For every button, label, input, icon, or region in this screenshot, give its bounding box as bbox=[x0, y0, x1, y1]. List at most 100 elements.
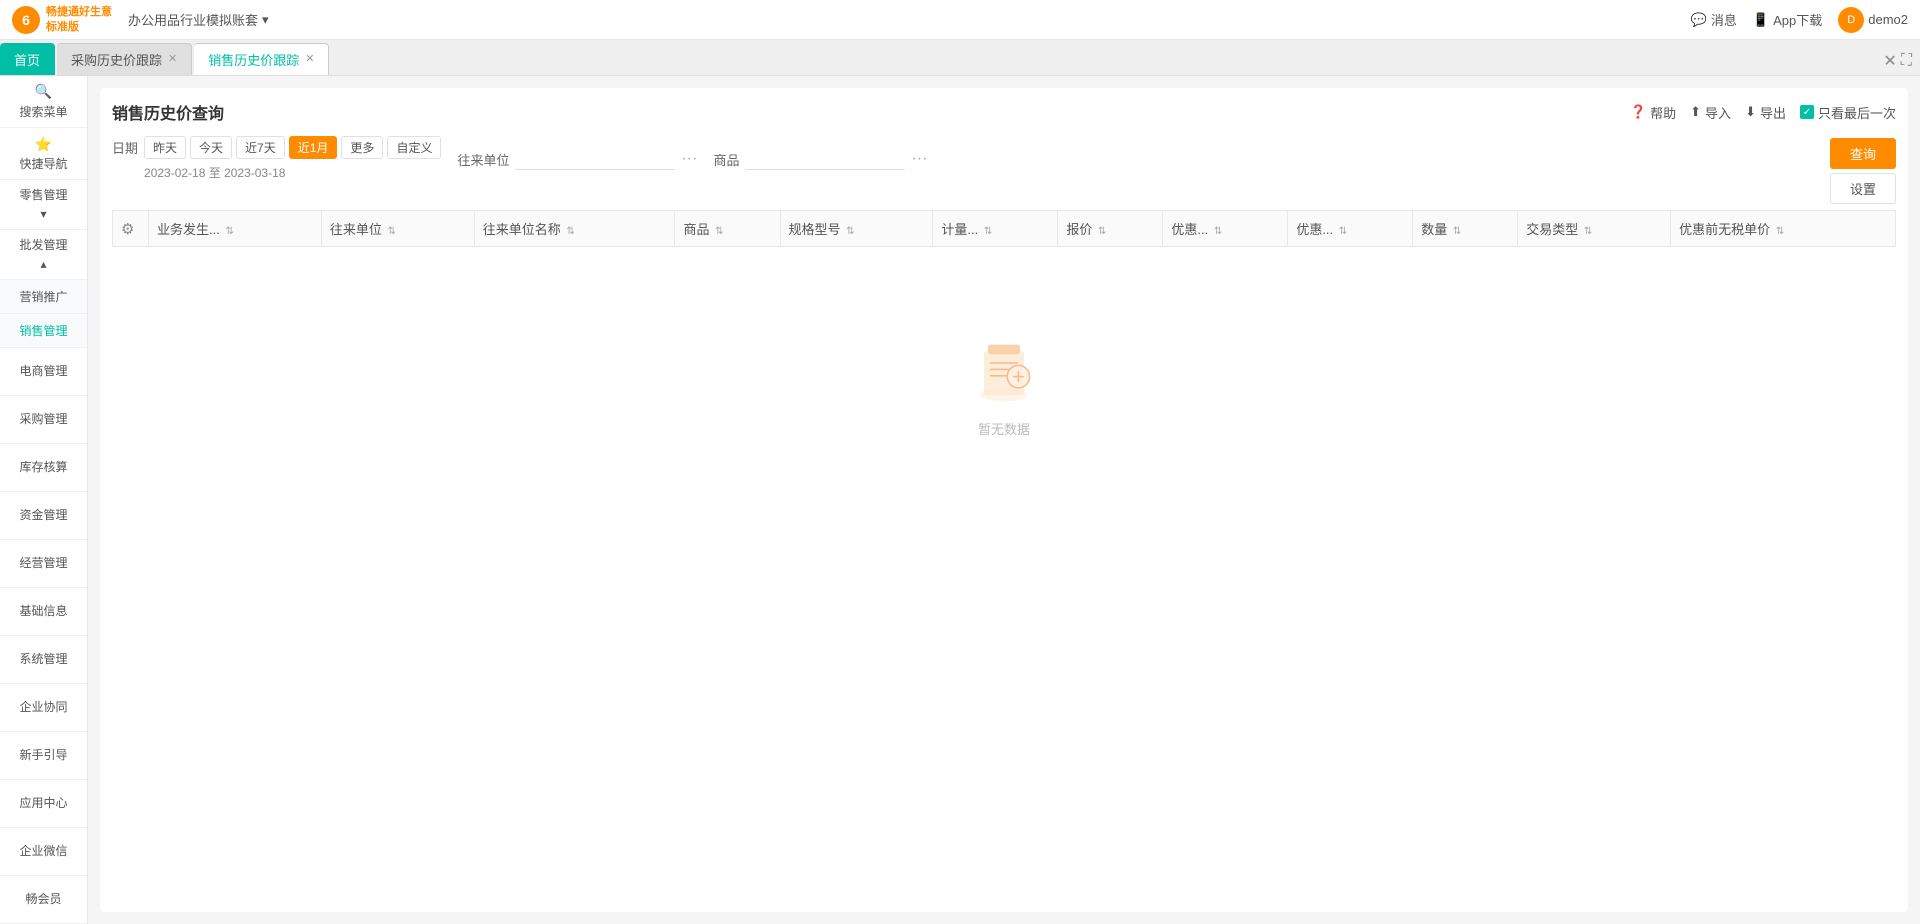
sidebar-item-enterprise-collab[interactable]: 企业协同 bbox=[0, 684, 87, 732]
expand-icon[interactable]: ⛶ bbox=[1901, 52, 1912, 70]
sidebar-item-member[interactable]: 畅会员 bbox=[0, 876, 87, 924]
sort-icon-1: ⇅ bbox=[225, 226, 233, 237]
sidebar-item-retail-mgmt[interactable]: 零售管理 ▾ bbox=[0, 180, 87, 230]
col-product-label: 商品 bbox=[683, 222, 709, 237]
download-icon: 📱 bbox=[1753, 12, 1769, 28]
date-btn-1month[interactable]: 近1月 bbox=[289, 136, 338, 159]
date-btn-yesterday[interactable]: 昨天 bbox=[144, 136, 186, 159]
star-icon: ⭐ bbox=[35, 135, 52, 155]
import-button[interactable]: ⬆ 导入 bbox=[1690, 103, 1731, 122]
retail-label: 零售管理 bbox=[19, 187, 67, 204]
logo-text: 畅捷通好生意 标准版 bbox=[46, 5, 112, 34]
col-partner-code-label: 往来单位 bbox=[330, 222, 382, 237]
chevron-down-icon: ▾ bbox=[262, 12, 269, 28]
date-btn-7days[interactable]: 近7天 bbox=[236, 136, 285, 159]
partner-dots[interactable]: ··· bbox=[681, 150, 697, 168]
page-title-row: 销售历史价查询 ❓ 帮助 ⬆ 导入 ⬇ 导出 ✓ bbox=[112, 100, 1896, 124]
partner-filter-group: 往来单位 ··· bbox=[457, 148, 697, 170]
query-button[interactable]: 查询 bbox=[1830, 138, 1896, 169]
app-selector[interactable]: 办公用品行业模拟账套 ▾ bbox=[120, 6, 277, 33]
product-input[interactable] bbox=[745, 148, 905, 170]
message-button[interactable]: 💬 消息 bbox=[1691, 10, 1737, 29]
sidebar-item-marketing[interactable]: 营销推广 bbox=[0, 280, 87, 314]
header-right: 💬 消息 📱 App下载 D demo2 bbox=[1691, 7, 1908, 33]
sales-history-tab-label: 销售历史价跟踪 bbox=[208, 50, 299, 69]
ecommerce-label: 电商管理 bbox=[19, 363, 67, 380]
sidebar-item-inventory[interactable]: 库存核算 bbox=[0, 444, 87, 492]
date-btn-today[interactable]: 今天 bbox=[190, 136, 232, 159]
tab-sales-history[interactable]: 销售历史价跟踪 ✕ bbox=[194, 43, 329, 75]
sidebar-item-quick-nav[interactable]: ⭐ 快捷导航 bbox=[0, 128, 87, 180]
sidebar-item-search-menu[interactable]: 🔍 搜索菜单 bbox=[0, 76, 87, 128]
sidebar-item-operations[interactable]: 经营管理 bbox=[0, 540, 87, 588]
date-btn-more[interactable]: 更多 bbox=[341, 136, 383, 159]
data-table: ⚙ 业务发生... ⇅ 往来单位 ⇅ 往来单位名称 bbox=[112, 210, 1896, 247]
help-icon: ❓ bbox=[1630, 104, 1646, 120]
col-trade-type: 交易类型 ⇅ bbox=[1518, 211, 1671, 247]
col-partner-code: 往来单位 ⇅ bbox=[321, 211, 474, 247]
app-download-button[interactable]: 📱 App下载 bbox=[1753, 10, 1822, 29]
product-filter-group: 商品 ··· bbox=[713, 148, 927, 170]
date-buttons: 昨天 今天 近7天 近1月 更多 自定义 bbox=[144, 136, 441, 159]
tab-home[interactable]: 首页 bbox=[0, 43, 55, 75]
date-btn-custom[interactable]: 自定义 bbox=[387, 136, 441, 159]
page-title: 销售历史价查询 bbox=[112, 100, 224, 124]
sidebar-item-sales-mgmt[interactable]: 销售管理 bbox=[0, 314, 87, 348]
sidebar-item-app-center[interactable]: 应用中心 bbox=[0, 780, 87, 828]
export-button[interactable]: ⬇ 导出 bbox=[1745, 103, 1786, 122]
close-all-tabs-icon[interactable]: ✕ bbox=[1883, 51, 1896, 71]
col-partner-name: 往来单位名称 ⇅ bbox=[474, 211, 675, 247]
system-mgmt-label: 系统管理 bbox=[19, 651, 67, 668]
sidebar-item-finance[interactable]: 资金管理 bbox=[0, 492, 87, 540]
page-actions: ❓ 帮助 ⬆ 导入 ⬇ 导出 ✓ 只看最后一次 bbox=[1630, 103, 1896, 122]
sales-mgmt-label: 销售管理 bbox=[19, 322, 67, 339]
purchase-history-close-icon[interactable]: ✕ bbox=[168, 54, 177, 65]
col-discount-rate-label: 优惠... bbox=[1171, 222, 1208, 237]
sort-icon-6: ⇅ bbox=[984, 226, 992, 237]
import-icon: ⬆ bbox=[1690, 104, 1701, 120]
partner-input[interactable] bbox=[515, 148, 675, 170]
sidebar-item-ecommerce[interactable]: 电商管理 bbox=[0, 348, 87, 396]
logo-area: 6 畅捷通好生意 标准版 bbox=[12, 5, 112, 34]
col-unit: 计量... ⇅ bbox=[933, 211, 1058, 247]
help-button[interactable]: ❓ 帮助 bbox=[1630, 103, 1676, 122]
message-label: 消息 bbox=[1711, 10, 1737, 29]
sort-icon-10: ⇅ bbox=[1453, 226, 1461, 237]
page-container: 销售历史价查询 ❓ 帮助 ⬆ 导入 ⬇ 导出 ✓ bbox=[100, 88, 1908, 912]
sales-history-close-icon[interactable]: ✕ bbox=[305, 54, 314, 65]
operations-label: 经营管理 bbox=[19, 555, 67, 572]
sort-icon-2: ⇅ bbox=[387, 226, 395, 237]
new-guide-label: 新手引导 bbox=[19, 747, 67, 764]
sort-icon-9: ⇅ bbox=[1339, 226, 1347, 237]
tab-purchase-history[interactable]: 采购历史价跟踪 ✕ bbox=[57, 43, 192, 75]
tab-bar: 首页 采购历史价跟踪 ✕ 销售历史价跟踪 ✕ ✕ ⛶ bbox=[0, 40, 1920, 76]
table-settings-icon[interactable]: ⚙ bbox=[121, 221, 134, 238]
sidebar-item-wholesale-mgmt[interactable]: 批发管理 ▴ bbox=[0, 230, 87, 280]
product-dots[interactable]: ··· bbox=[911, 150, 927, 168]
col-discount-amt-label: 优惠... bbox=[1296, 222, 1333, 237]
table-header-row: ⚙ 业务发生... ⇅ 往来单位 ⇅ 往来单位名称 bbox=[113, 211, 1896, 247]
home-tab-label: 首页 bbox=[14, 50, 40, 69]
only-last-checkbox[interactable]: ✓ 只看最后一次 bbox=[1800, 103, 1896, 122]
sort-icon-8: ⇅ bbox=[1214, 226, 1222, 237]
col-product: 商品 ⇅ bbox=[675, 211, 780, 247]
col-spec: 规格型号 ⇅ bbox=[780, 211, 933, 247]
empty-state-illustration bbox=[964, 327, 1044, 407]
username-label: demo2 bbox=[1868, 12, 1908, 27]
content-area: 销售历史价查询 ❓ 帮助 ⬆ 导入 ⬇ 导出 ✓ bbox=[88, 76, 1920, 924]
col-pre-tax-price-label: 优惠前无税单价 bbox=[1679, 222, 1770, 237]
col-quantity-label: 数量 bbox=[1421, 222, 1447, 237]
header-left: 6 畅捷通好生意 标准版 办公用品行业模拟账套 ▾ bbox=[12, 5, 277, 34]
sidebar-item-basic-info[interactable]: 基础信息 bbox=[0, 588, 87, 636]
partner-filter-label: 往来单位 bbox=[457, 148, 509, 169]
sort-icon-3: ⇅ bbox=[566, 226, 574, 237]
app-download-label: App下载 bbox=[1773, 10, 1822, 29]
user-menu[interactable]: D demo2 bbox=[1838, 7, 1908, 33]
marketing-label: 营销推广 bbox=[19, 288, 67, 305]
sidebar-item-enterprise-wechat[interactable]: 企业微信 bbox=[0, 828, 87, 876]
settings-button[interactable]: 设置 bbox=[1830, 173, 1896, 204]
sidebar-item-new-guide[interactable]: 新手引导 bbox=[0, 732, 87, 780]
sidebar-item-system-mgmt[interactable]: 系统管理 bbox=[0, 636, 87, 684]
top-header: 6 畅捷通好生意 标准版 办公用品行业模拟账套 ▾ 💬 消息 📱 App下载 D… bbox=[0, 0, 1920, 40]
sidebar-item-purchase[interactable]: 采购管理 bbox=[0, 396, 87, 444]
